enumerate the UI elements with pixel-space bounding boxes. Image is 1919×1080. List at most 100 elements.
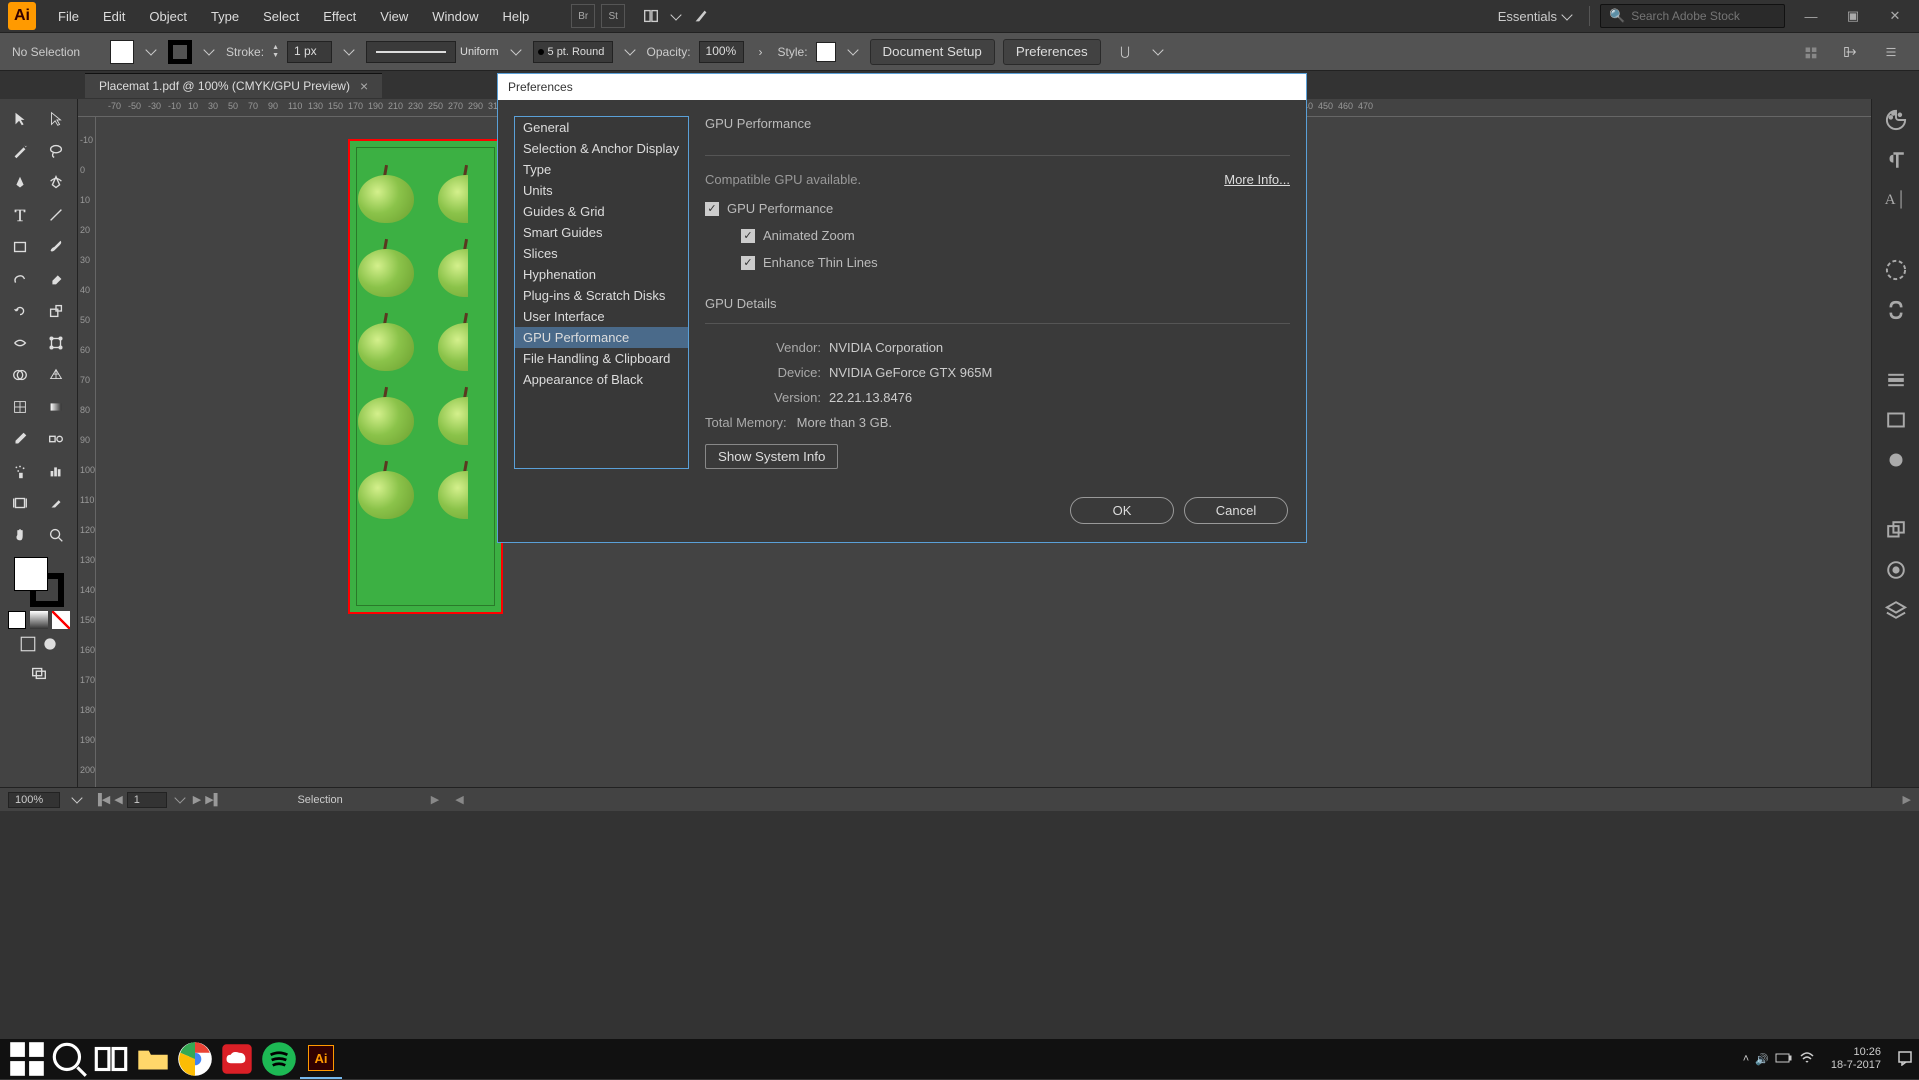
free-transform-tool[interactable]: [40, 329, 72, 357]
spotify-icon[interactable]: [258, 1039, 300, 1079]
menu-file[interactable]: File: [46, 5, 91, 28]
magic-wand-tool[interactable]: [4, 137, 36, 165]
workspace-switcher[interactable]: Essentials: [1498, 9, 1571, 24]
brushes-panel-icon[interactable]: [1883, 447, 1909, 473]
animated-zoom-checkbox[interactable]: ✓Animated Zoom: [741, 228, 1290, 243]
prefs-category-hyphenation[interactable]: Hyphenation: [515, 264, 688, 285]
tray-notification-icon[interactable]: [1897, 1050, 1913, 1069]
page-dropdown[interactable]: [171, 788, 189, 812]
appearance-panel-icon[interactable]: [1883, 557, 1909, 583]
stroke-profile[interactable]: [366, 41, 456, 63]
stroke-swatch[interactable]: [168, 40, 192, 64]
tray-clock[interactable]: 10:26 18-7-2017: [1831, 1046, 1881, 1072]
align-icon[interactable]: [1795, 38, 1827, 66]
show-system-info-button[interactable]: Show System Info: [705, 444, 838, 469]
prefs-category-plug-ins-scratch-disks[interactable]: Plug-ins & Scratch Disks: [515, 285, 688, 306]
tray-chevron-icon[interactable]: ˄: [1743, 1053, 1749, 1065]
shaper-tool[interactable]: [4, 265, 36, 293]
width-tool[interactable]: [4, 329, 36, 357]
window-minimize[interactable]: —: [1801, 8, 1821, 24]
menu-view[interactable]: View: [368, 5, 420, 28]
stroke-weight-dropdown[interactable]: [340, 40, 358, 64]
menu-object[interactable]: Object: [137, 5, 199, 28]
layers-panel-icon[interactable]: [1883, 597, 1909, 623]
creative-cloud-icon[interactable]: [216, 1039, 258, 1079]
eraser-tool[interactable]: [40, 265, 72, 293]
fill-stroke-chip[interactable]: [14, 557, 64, 607]
lasso-tool[interactable]: [40, 137, 72, 165]
paragraph-panel-icon[interactable]: [1883, 147, 1909, 173]
prefs-category-type[interactable]: Type: [515, 159, 688, 180]
gpu-perf-checkbox[interactable]: ✓GPU Performance: [705, 201, 1290, 216]
nav-last-icon[interactable]: ▶▌: [205, 793, 221, 806]
pen-tool[interactable]: [4, 169, 36, 197]
color-panel-icon[interactable]: [1883, 107, 1909, 133]
page-field[interactable]: 1: [127, 792, 167, 808]
line-tool[interactable]: [40, 201, 72, 229]
bridge-icon[interactable]: Br: [571, 4, 595, 28]
prefs-category-user-interface[interactable]: User Interface: [515, 306, 688, 327]
stroke-weight-field[interactable]: 1 px: [287, 41, 332, 63]
prefs-category-guides-grid[interactable]: Guides & Grid: [515, 201, 688, 222]
nav-first-icon[interactable]: ▐◀: [94, 793, 110, 806]
feather-icon[interactable]: [685, 2, 717, 30]
more-info-link[interactable]: More Info...: [1224, 172, 1290, 187]
tray-battery-icon[interactable]: [1775, 1052, 1793, 1067]
cancel-button[interactable]: Cancel: [1184, 497, 1288, 524]
swatches-panel-icon[interactable]: [1883, 407, 1909, 433]
prefs-category-smart-guides[interactable]: Smart Guides: [515, 222, 688, 243]
cc-panel-icon[interactable]: [1883, 297, 1909, 323]
start-button[interactable]: [6, 1039, 48, 1079]
opacity-field[interactable]: 100%: [699, 41, 744, 63]
tab-close-icon[interactable]: ×: [360, 78, 368, 94]
prefs-category-slices[interactable]: Slices: [515, 243, 688, 264]
search-input[interactable]: [1631, 9, 1771, 23]
selection-tool[interactable]: [4, 105, 36, 133]
curvature-tool[interactable]: [40, 169, 72, 197]
nav-next-icon[interactable]: ▶: [193, 793, 201, 806]
ok-button[interactable]: OK: [1070, 497, 1174, 524]
gradient-tool[interactable]: [40, 393, 72, 421]
menu-type[interactable]: Type: [199, 5, 251, 28]
artboard-tool[interactable]: [4, 489, 36, 517]
paintbrush-tool[interactable]: [40, 233, 72, 261]
style-swatch[interactable]: [816, 42, 836, 62]
scrollbar-h-end[interactable]: ▶: [1903, 793, 1911, 806]
color-guide-icon[interactable]: [1883, 257, 1909, 283]
brush-field[interactable]: 5 pt. Round: [533, 41, 613, 63]
prefs-category-selection-anchor-display[interactable]: Selection & Anchor Display: [515, 138, 688, 159]
arrange-docs-icon[interactable]: [635, 2, 667, 30]
type-tool[interactable]: [4, 201, 36, 229]
nav-prev-icon[interactable]: ◀: [114, 793, 122, 806]
prefs-category-gpu-performance[interactable]: GPU Performance: [515, 327, 688, 348]
stroke-panel-icon[interactable]: [1883, 367, 1909, 393]
fill-dropdown[interactable]: [142, 40, 160, 64]
stock-icon[interactable]: St: [601, 4, 625, 28]
style-dropdown[interactable]: [844, 40, 862, 64]
document-tab[interactable]: Placemat 1.pdf @ 100% (CMYK/GPU Preview)…: [85, 73, 382, 98]
cortana-search-icon[interactable]: [48, 1039, 90, 1079]
transform-icon[interactable]: [1835, 38, 1867, 66]
column-graph-tool[interactable]: [40, 457, 72, 485]
stroke-dropdown[interactable]: [200, 40, 218, 64]
prefs-category-appearance-of-black[interactable]: Appearance of Black: [515, 369, 688, 390]
hand-tool[interactable]: [4, 521, 36, 549]
zoom-dropdown[interactable]: [68, 788, 86, 812]
window-restore[interactable]: ▣: [1843, 8, 1863, 24]
menu-effect[interactable]: Effect: [311, 5, 368, 28]
enhance-thin-lines-checkbox[interactable]: ✓Enhance Thin Lines: [741, 255, 1290, 270]
symbols-panel-icon[interactable]: [1883, 517, 1909, 543]
search-box[interactable]: 🔍: [1600, 4, 1785, 28]
slice-tool[interactable]: [40, 489, 72, 517]
color-mode[interactable]: [8, 611, 26, 629]
screen-mode[interactable]: [23, 659, 55, 687]
dialog-titlebar[interactable]: Preferences: [498, 74, 1306, 100]
fill-chip[interactable]: [14, 557, 48, 591]
artboard[interactable]: [348, 139, 503, 614]
scrollbar-h-left[interactable]: ▶: [431, 793, 439, 806]
preferences-button[interactable]: Preferences: [1003, 39, 1101, 65]
shape-builder-tool[interactable]: [4, 361, 36, 389]
draw-behind[interactable]: [41, 635, 59, 653]
eyedropper-tool[interactable]: [4, 425, 36, 453]
perspective-tool[interactable]: [40, 361, 72, 389]
